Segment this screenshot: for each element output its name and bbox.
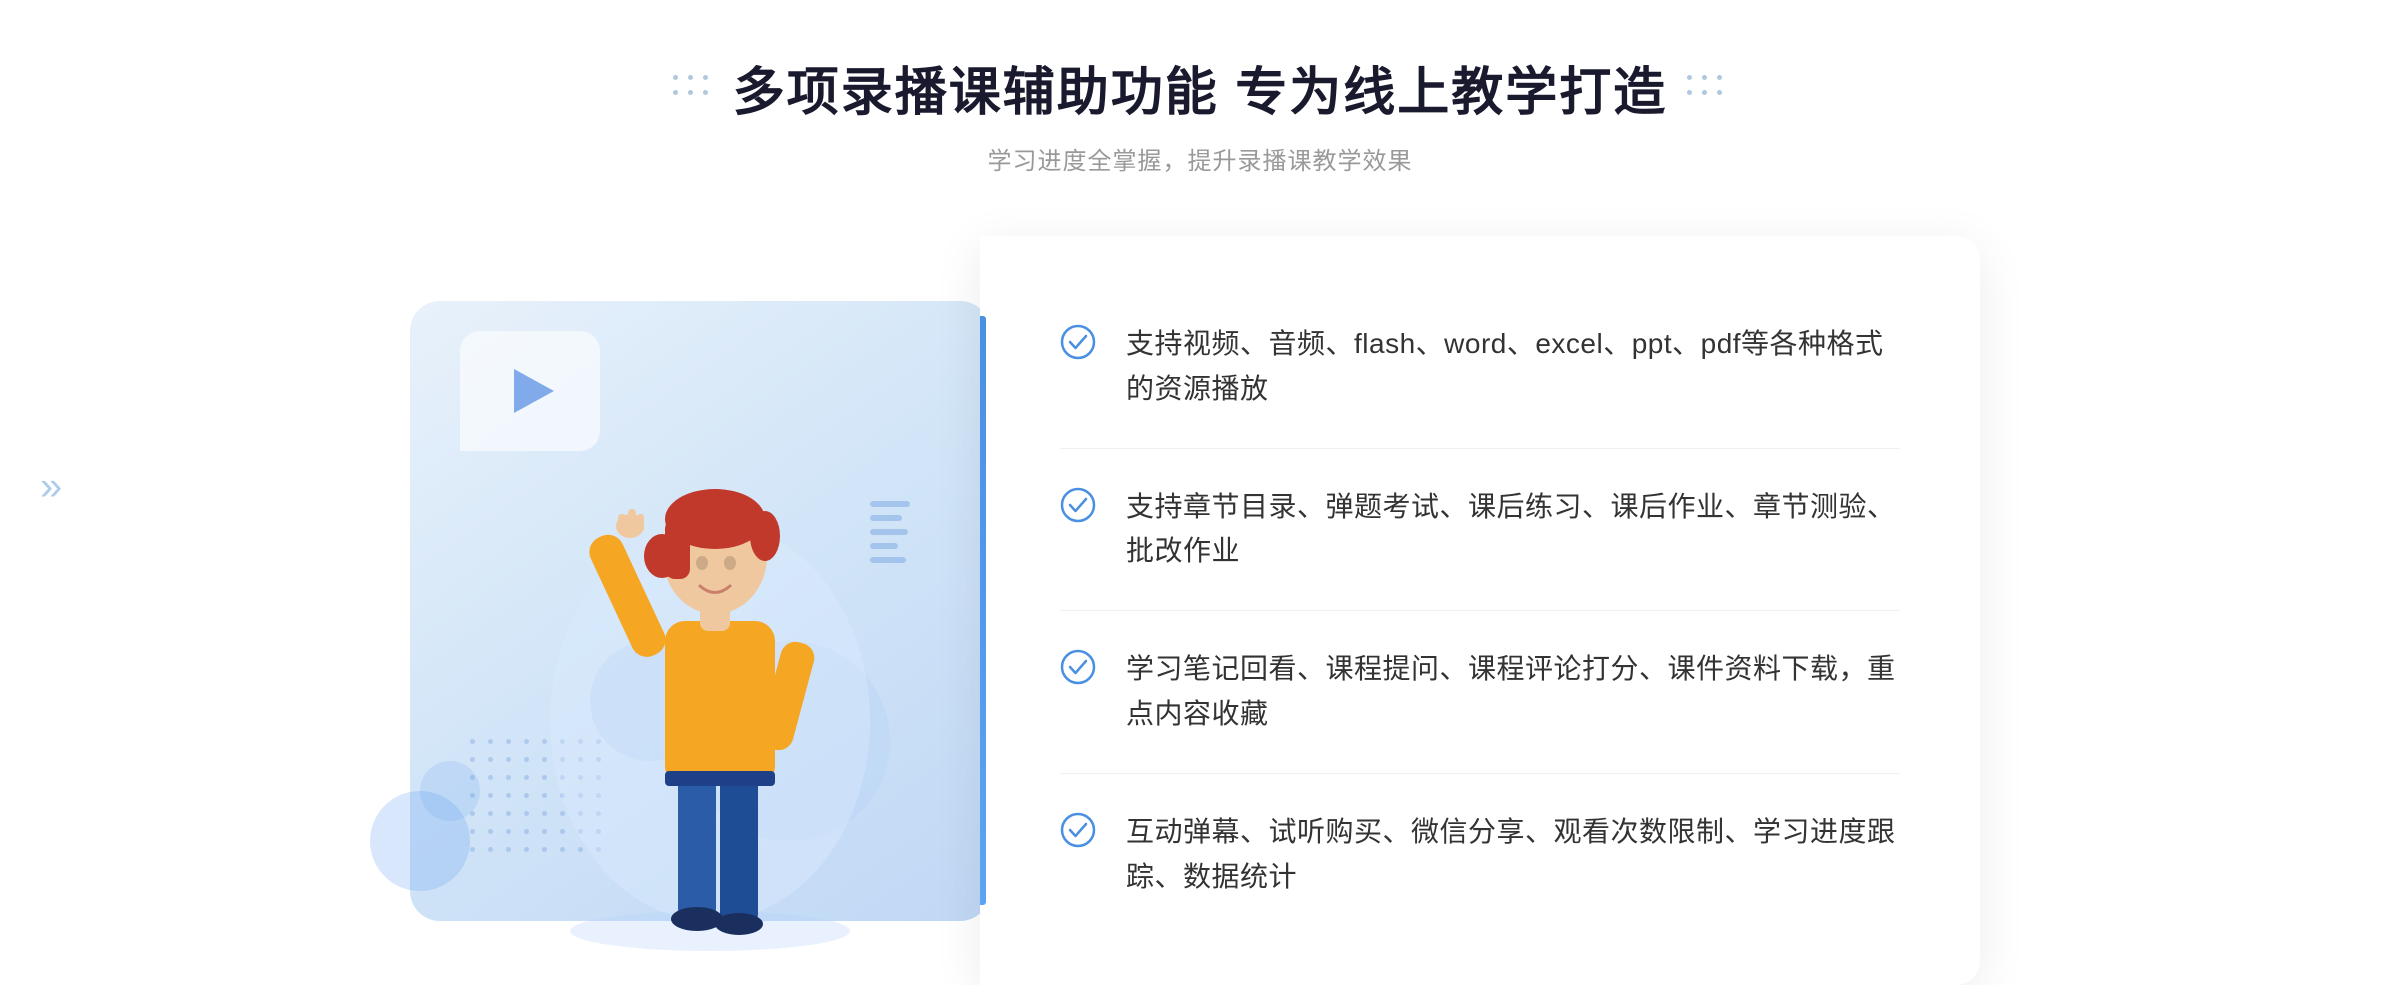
check-icon-3 (1060, 649, 1096, 685)
feature-item-2: 支持章节目录、弹题考试、课后练习、课后作业、章节测验、批改作业 (1060, 449, 1900, 612)
page-wrapper: 多项录播课辅助功能 专为线上教学打造 学习进度全掌握，提升录播课教学效果 » (0, 0, 2400, 974)
feature-item-4: 互动弹幕、试听购买、微信分享、观看次数限制、学习进度跟踪、数据统计 (1060, 774, 1900, 936)
header-deco-right (1687, 75, 1727, 100)
page-title: 多项录播课辅助功能 专为线上教学打造 (733, 50, 1667, 125)
feature-text-2: 支持章节目录、弹题考试、课后练习、课后作业、章节测验、批改作业 (1126, 485, 1900, 575)
human-figure-illustration (530, 371, 890, 951)
header-section: 多项录播课辅助功能 专为线上教学打造 学习进度全掌握，提升录播课教学效果 (673, 50, 1727, 176)
content-area: 支持视频、音频、flash、word、excel、ppt、pdf等各种格式的资源… (350, 236, 2050, 985)
check-icon-4 (1060, 812, 1096, 848)
illustration-wrapper (380, 271, 1020, 951)
bottom-circle-deco-2 (420, 761, 480, 821)
header-deco-left (673, 75, 713, 100)
left-arrow-decoration: » (40, 465, 62, 510)
header-title-row: 多项录播课辅助功能 专为线上教学打造 (673, 50, 1727, 125)
info-panel: 支持视频、音频、flash、word、excel、ppt、pdf等各种格式的资源… (980, 236, 1980, 985)
check-icon-2 (1060, 487, 1096, 523)
check-icon-1 (1060, 324, 1096, 360)
feature-item-3: 学习笔记回看、课程提问、课程评论打分、课件资料下载，重点内容收藏 (1060, 611, 1900, 774)
feature-text-1: 支持视频、音频、flash、word、excel、ppt、pdf等各种格式的资源… (1126, 322, 1900, 412)
feature-item-1: 支持视频、音频、flash、word、excel、ppt、pdf等各种格式的资源… (1060, 286, 1900, 449)
page-subtitle: 学习进度全掌握，提升录播课教学效果 (673, 141, 1727, 176)
feature-text-3: 学习笔记回看、课程提问、课程评论打分、课件资料下载，重点内容收藏 (1126, 647, 1900, 737)
feature-text-4: 互动弹幕、试听购买、微信分享、观看次数限制、学习进度跟踪、数据统计 (1126, 810, 1900, 900)
